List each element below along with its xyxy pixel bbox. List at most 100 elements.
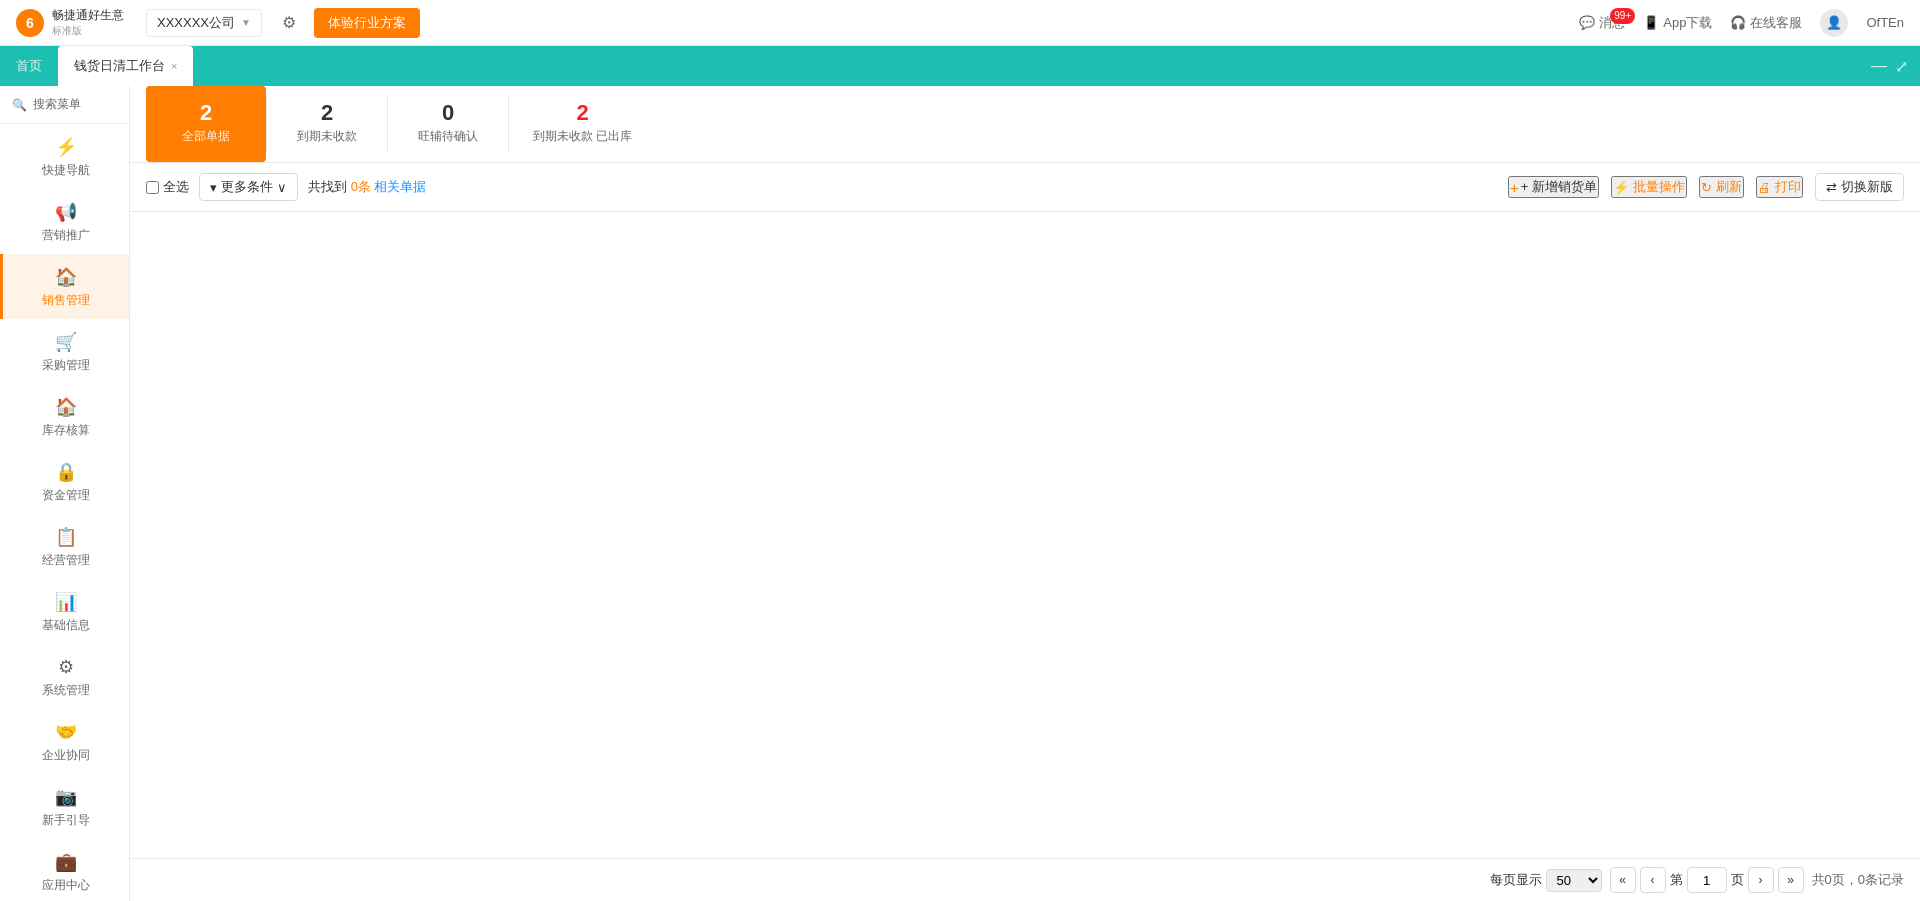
refresh-icon: ↻ — [1701, 180, 1712, 195]
filter-icon: ▾ — [210, 180, 217, 195]
company-dropdown-arrow: ▼ — [241, 17, 251, 28]
stat-number-overdue: 2 — [321, 100, 333, 126]
sidebar-quick-nav-icon: ⚡ — [55, 136, 77, 158]
logo-text: 畅捷通好生意 标准版 — [52, 8, 124, 37]
sidebar-guide-label: 新手引导 — [42, 812, 90, 829]
company-name: XXXXXX公司 — [157, 14, 235, 32]
stat-number-wangwang: 0 — [442, 100, 454, 126]
sidebar-item-quick-nav[interactable]: ⚡ 快捷导航 — [0, 124, 129, 189]
sidebar-item-guide[interactable]: 📷 新手引导 — [0, 774, 129, 839]
sidebar-finance-icon: 🔒 — [55, 461, 77, 483]
message-badge: 99+ — [1610, 8, 1635, 24]
tab-actions: — ⤢ — [1871, 57, 1920, 76]
sidebar-basic-info-label: 基础信息 — [42, 617, 90, 634]
online-service-button[interactable]: 🎧 在线客服 — [1730, 14, 1802, 32]
sidebar-item-enterprise[interactable]: 🤝 企业协同 — [0, 709, 129, 774]
found-text: 共找到 0条 相关单据 — [308, 178, 426, 196]
table-area — [130, 212, 1920, 858]
logo-icon: 6 — [16, 9, 44, 37]
sidebar-guide-icon: 📷 — [55, 786, 77, 808]
messages-button[interactable]: 💬 消息 99+ — [1579, 14, 1625, 32]
sidebar-purchase-icon: 🛒 — [55, 331, 77, 353]
batch-icon: ⚡ — [1613, 180, 1629, 195]
print-icon: 🖨 — [1758, 180, 1771, 195]
avatar[interactable]: 👤 — [1820, 9, 1848, 37]
search-icon: 🔍 — [12, 98, 27, 112]
stat-label-wangwang: 旺辅待确认 — [418, 128, 478, 145]
prev-page-button[interactable]: ‹ — [1640, 867, 1666, 893]
avatar-icon: 👤 — [1826, 15, 1842, 30]
plus-icon: + — [1510, 179, 1519, 196]
tab-active[interactable]: 钱货日清工作台 × — [58, 46, 193, 86]
sidebar-app-center-label: 应用中心 — [42, 877, 90, 894]
sidebar-item-sales[interactable]: 🏠 销售管理 — [0, 254, 129, 319]
top-header: 6 畅捷通好生意 标准版 XXXXXX公司 ▼ ⚙ 体验行业方案 💬 消息 99… — [0, 0, 1920, 46]
toolbar-right: + + 新增销货单 ⚡ 批量操作 ↻ 刷新 🖨 打印 ⇄ 切换新版 — [1508, 173, 1904, 201]
sidebar-item-purchase[interactable]: 🛒 采购管理 — [0, 319, 129, 384]
toolbar-left: 全选 ▾ 更多条件 ∨ 共找到 0条 相关单据 — [146, 173, 426, 201]
sidebar-purchase-label: 采购管理 — [42, 357, 90, 374]
sidebar-item-marketing[interactable]: 📢 营销推广 — [0, 189, 129, 254]
sidebar-marketing-label: 营销推广 — [42, 227, 90, 244]
header-right: 💬 消息 99+ 📱 App下载 🎧 在线客服 👤 OfTEn — [1579, 9, 1904, 37]
refresh-button[interactable]: ↻ 刷新 — [1699, 176, 1744, 198]
page-number-input[interactable] — [1687, 867, 1727, 893]
settings-button[interactable]: ⚙ — [274, 8, 304, 38]
tab-home[interactable]: 首页 — [0, 46, 58, 86]
stat-card-wangwang[interactable]: 0 旺辅待确认 — [388, 86, 508, 162]
sidebar-app-center-icon: 💼 — [55, 851, 77, 873]
filter-button[interactable]: ▾ 更多条件 ∨ — [199, 173, 298, 201]
stat-card-overdue-out[interactable]: 2 到期未收款 已出库 — [509, 86, 656, 162]
stat-label-overdue: 到期未收款 — [297, 128, 357, 145]
select-all-checkbox[interactable]: 全选 — [146, 178, 189, 196]
stat-label-overdue-out: 到期未收款 已出库 — [533, 128, 632, 145]
service-icon: 🎧 — [1730, 15, 1746, 30]
sidebar-item-basic-info[interactable]: 📊 基础信息 — [0, 579, 129, 644]
first-page-button[interactable]: « — [1610, 867, 1636, 893]
maximize-tab-button[interactable]: ⤢ — [1895, 57, 1908, 76]
sidebar-inventory-icon: 🏠 — [55, 396, 77, 418]
download-icon: 📱 — [1643, 15, 1659, 30]
print-button[interactable]: 🖨 打印 — [1756, 176, 1803, 198]
sidebar-item-system[interactable]: ⚙ 系统管理 — [0, 644, 129, 709]
app-download-button[interactable]: 📱 App下载 — [1643, 14, 1712, 32]
sidebar-marketing-icon: 📢 — [55, 201, 77, 223]
company-selector[interactable]: XXXXXX公司 ▼ — [146, 9, 262, 37]
stat-card-all[interactable]: 2 全部单据 — [146, 86, 266, 162]
pagination-bar: 每页显示 102050100 « ‹ 第 页 › » 共0页，0条记录 — [130, 858, 1920, 901]
main-layout: 🔍 搜索菜单 ⚡ 快捷导航 📢 营销推广 🏠 销售管理 🛒 采购管理 🏠 库存核… — [0, 86, 1920, 901]
sidebar: 🔍 搜索菜单 ⚡ 快捷导航 📢 营销推广 🏠 销售管理 🛒 采购管理 🏠 库存核… — [0, 86, 130, 901]
sidebar-item-inventory[interactable]: 🏠 库存核算 — [0, 384, 129, 449]
sidebar-finance-label: 资金管理 — [42, 487, 90, 504]
sidebar-search[interactable]: 🔍 搜索菜单 — [0, 86, 129, 124]
switch-version-button[interactable]: ⇄ 切换新版 — [1815, 173, 1904, 201]
sidebar-item-app-center[interactable]: 💼 应用中心 — [0, 839, 129, 901]
page-size-dropdown[interactable]: 102050100 — [1546, 869, 1602, 892]
add-order-button[interactable]: + + 新增销货单 — [1508, 176, 1599, 198]
close-tab-icon[interactable]: × — [171, 60, 177, 72]
stat-label-all: 全部单据 — [182, 128, 230, 145]
last-page-button[interactable]: » — [1778, 867, 1804, 893]
filter-arrow-icon: ∨ — [277, 180, 287, 195]
page-size-select: 每页显示 102050100 — [1490, 869, 1602, 892]
sidebar-item-finance[interactable]: 🔒 资金管理 — [0, 449, 129, 514]
minimize-tab-button[interactable]: — — [1871, 57, 1887, 75]
page-label: 第 — [1670, 871, 1683, 889]
sidebar-basic-info-icon: 📊 — [55, 591, 77, 613]
found-count: 0条 — [351, 179, 371, 194]
stats-container: 2 全部单据 2 到期未收款 0 旺辅待确认 2 到期未收款 已出库 — [146, 86, 656, 162]
sidebar-quick-nav-label: 快捷导航 — [42, 162, 90, 179]
select-all-input[interactable] — [146, 181, 159, 194]
pagination-controls: « ‹ 第 页 › » — [1610, 867, 1804, 893]
sidebar-item-operations[interactable]: 📋 经营管理 — [0, 514, 129, 579]
stat-number-overdue-out: 2 — [577, 100, 589, 126]
batch-button[interactable]: ⚡ 批量操作 — [1611, 176, 1687, 198]
header-actions: ⚙ 体验行业方案 — [274, 8, 420, 38]
username: OfTEn — [1866, 15, 1904, 30]
logo-area: 6 畅捷通好生意 标准版 — [16, 8, 146, 37]
next-page-button[interactable]: › — [1748, 867, 1774, 893]
stat-card-overdue[interactable]: 2 到期未收款 — [267, 86, 387, 162]
sidebar-enterprise-icon: 🤝 — [55, 721, 77, 743]
trial-button[interactable]: 体验行业方案 — [314, 8, 420, 38]
sidebar-sales-label: 销售管理 — [42, 292, 90, 309]
